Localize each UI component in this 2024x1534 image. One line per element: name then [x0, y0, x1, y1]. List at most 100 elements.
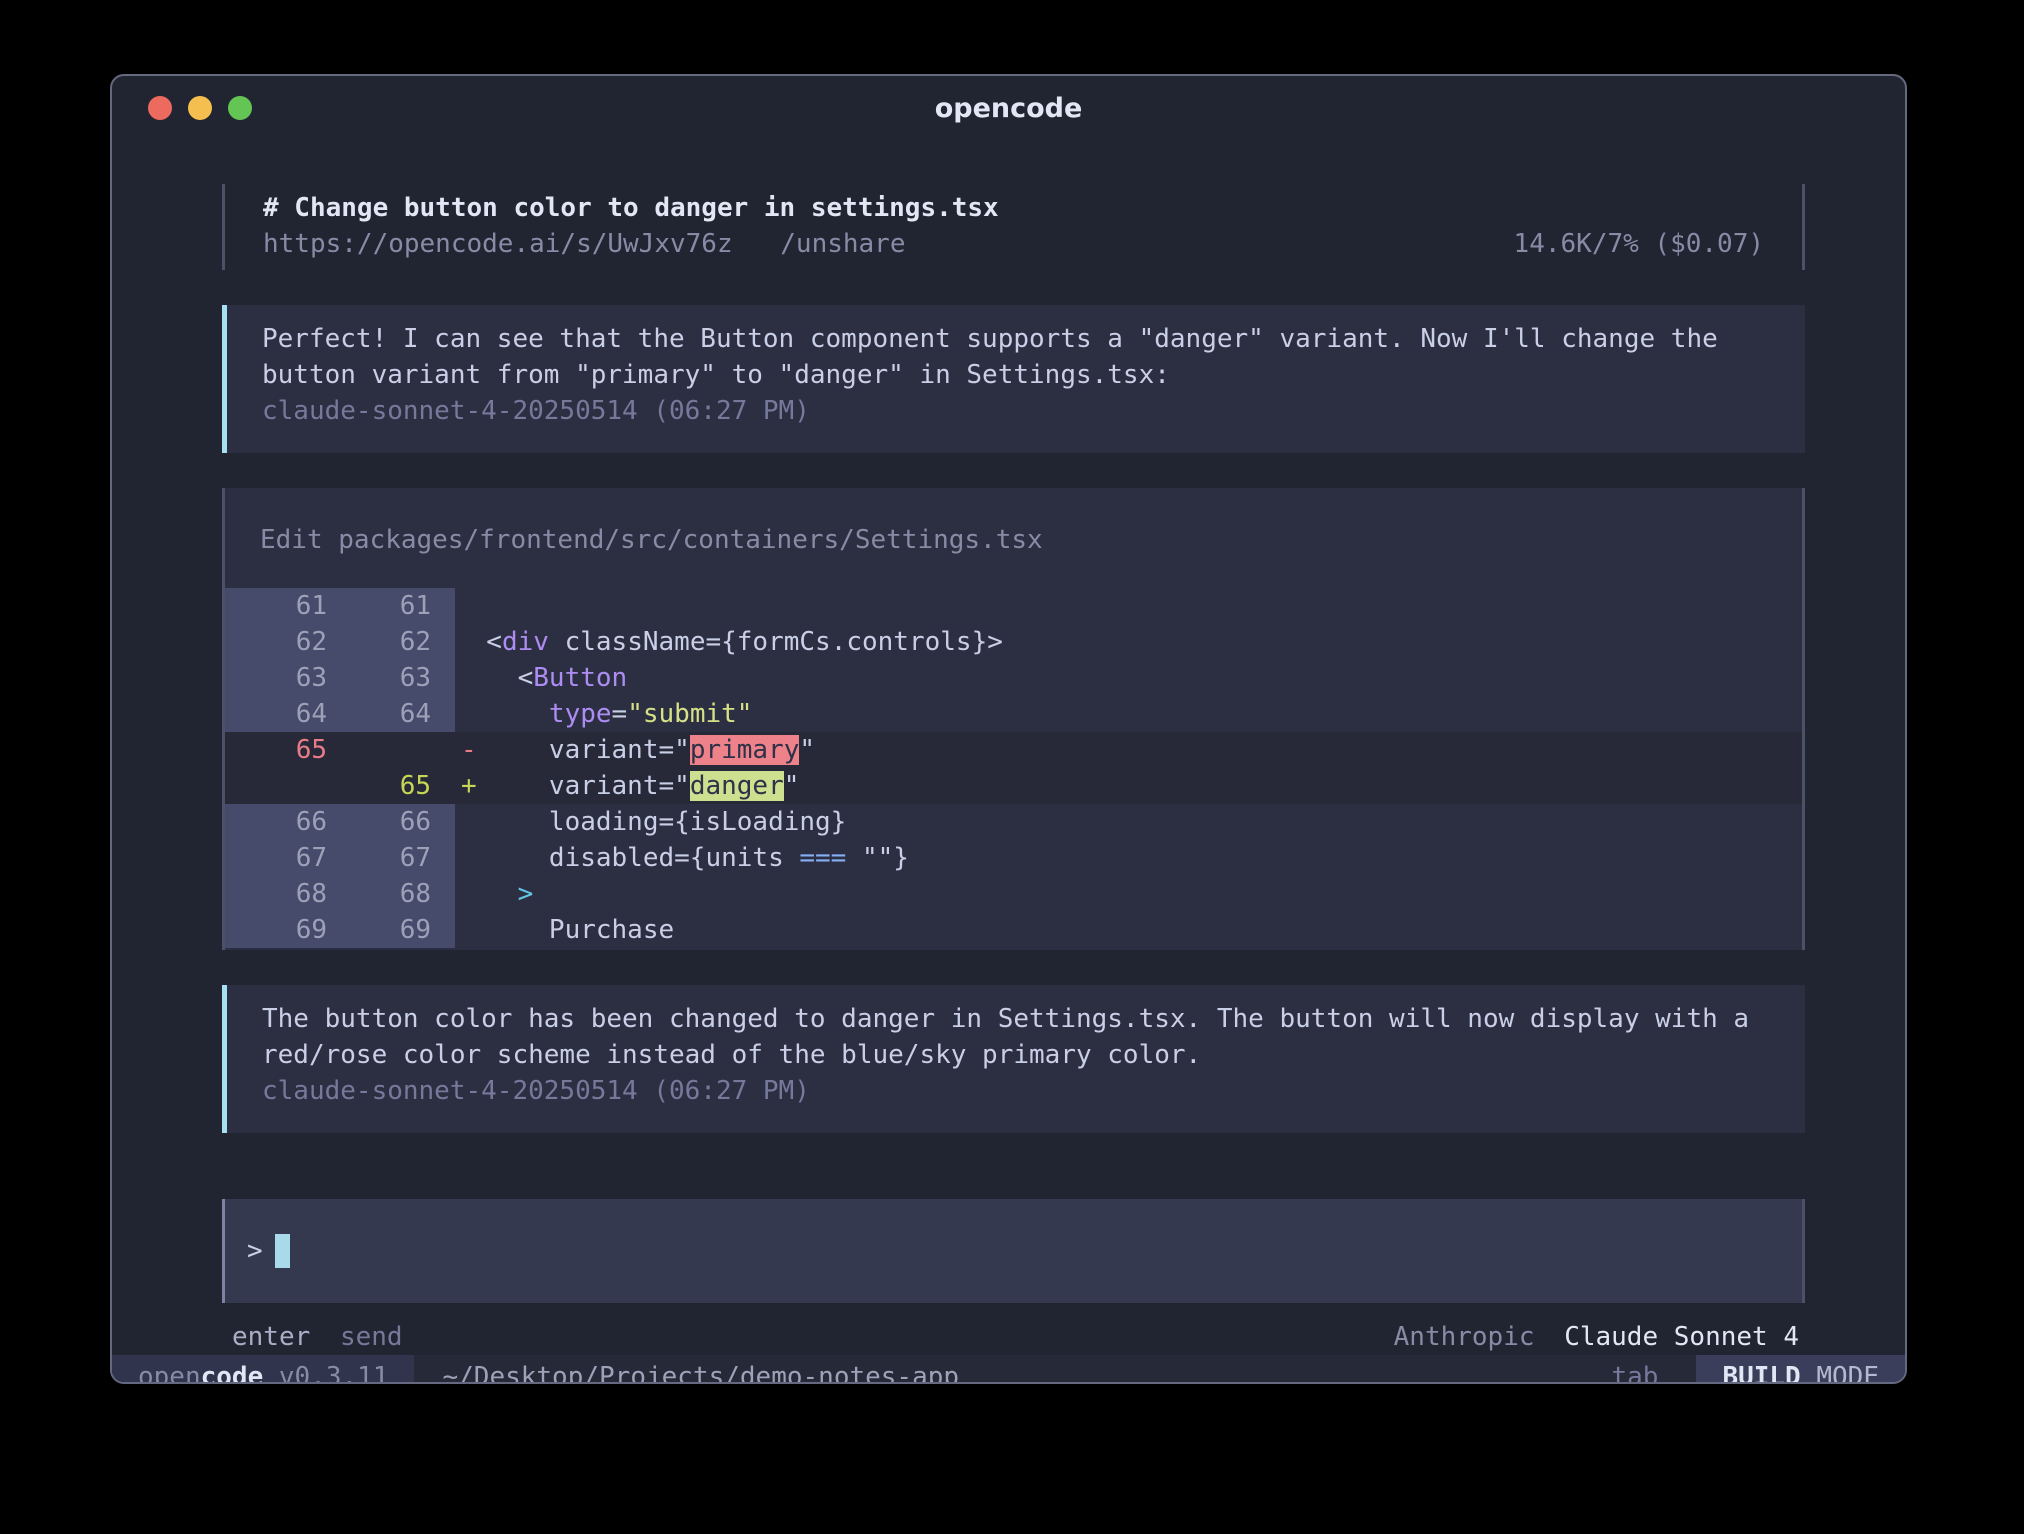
code-segment: Button [533, 663, 627, 693]
new-line-number [337, 732, 455, 768]
diff-view: 61616262 <div className={formCs.controls… [225, 588, 1802, 950]
traffic-lights [148, 76, 252, 140]
titlebar: opencode [112, 76, 1905, 140]
new-line-number: 64 [337, 696, 455, 732]
input-hint-bar: enter send Anthropic Claude Sonnet 4 [222, 1319, 1805, 1355]
edit-tool-card: Edit packages/frontend/src/containers/Se… [222, 488, 1805, 950]
new-line-number: 63 [337, 660, 455, 696]
assistant-message-meta: claude-sonnet-4-20250514 (06:27 PM) [262, 1073, 1767, 1109]
opencode-terminal-window: opencode # Change button color to danger… [110, 74, 1907, 1384]
new-line-number: 69 [337, 912, 455, 948]
code-segment: danger [690, 771, 784, 801]
terminal-content: # Change button color to danger in setti… [112, 140, 1905, 1355]
code-segment: Purchase [455, 915, 674, 945]
diff-code-line: + variant="danger" [455, 768, 1802, 804]
new-line-number: 67 [337, 840, 455, 876]
code-segment: loading={isLoading} [455, 807, 846, 837]
edit-tool-title: Edit packages/frontend/src/containers/Se… [225, 488, 1802, 588]
model-label: Claude Sonnet 4 [1564, 1322, 1799, 1352]
assistant-message-text: Perfect! I can see that the Button compo… [262, 321, 1767, 393]
diff-row: 6666 loading={isLoading} [225, 804, 1802, 840]
diff-row: 6262 <div className={formCs.controls}> [225, 624, 1802, 660]
prompt-input[interactable]: > [222, 1199, 1805, 1303]
diff-line-numbers: 6666 [225, 804, 455, 840]
status-bar-right: tab BUILD MODE [1611, 1355, 1905, 1384]
diff-code-line: <div className={formCs.controls}> [455, 624, 1802, 660]
send-label: send [340, 1322, 403, 1352]
session-header: # Change button color to danger in setti… [222, 184, 1805, 270]
tab-key-hint: tab [1611, 1355, 1658, 1384]
new-line-number: 65 [337, 768, 455, 804]
diff-row: 6363 <Button [225, 660, 1802, 696]
diff-line-numbers: 6161 [225, 588, 455, 624]
diff-code-line: <Button [455, 660, 1802, 696]
unshare-command[interactable]: /unshare [780, 229, 905, 259]
diff-row: 6464 type="submit" [225, 696, 1802, 732]
close-button[interactable] [148, 96, 172, 120]
provider-label: Anthropic [1394, 1322, 1535, 1352]
session-subheader: https://opencode.ai/s/UwJxv76z /unshare … [263, 226, 1764, 262]
send-hint: enter send [232, 1319, 403, 1355]
mode-name: BUILD [1722, 1362, 1800, 1384]
added-marker: + [461, 768, 477, 804]
code-segment: variant=" [455, 735, 690, 765]
diff-row: 6969 Purchase [225, 912, 1802, 948]
assistant-message-text: The button color has been changed to dan… [262, 1001, 1767, 1073]
diff-line-numbers: 6969 [225, 912, 455, 948]
app-version: v0.3.11 [263, 1362, 388, 1384]
removed-marker: - [461, 732, 477, 768]
status-bar-left: opencode v0.3.11 ~/Desktop/Projects/demo… [112, 1355, 1611, 1384]
old-line-number: 61 [225, 588, 337, 624]
new-line-number: 61 [337, 588, 455, 624]
mode-suffix: MODE [1801, 1362, 1879, 1384]
new-line-number: 62 [337, 624, 455, 660]
diff-code-line: loading={isLoading} [455, 804, 1802, 840]
diff-code-line: > [455, 876, 1802, 912]
session-title: # Change button color to danger in setti… [263, 190, 1764, 226]
working-directory: ~/Desktop/Projects/demo-notes-app [442, 1355, 959, 1384]
new-line-number: 66 [337, 804, 455, 840]
new-line-number: 68 [337, 876, 455, 912]
diff-code-line: - variant="primary" [455, 732, 1802, 768]
assistant-message-meta: claude-sonnet-4-20250514 (06:27 PM) [262, 393, 1767, 429]
code-segment: className={formCs.controls}> [549, 627, 1003, 657]
code-segment [455, 699, 549, 729]
code-segment: === [799, 843, 846, 873]
code-segment: type [549, 699, 612, 729]
zoom-button[interactable] [228, 96, 252, 120]
diff-code-line [455, 588, 1802, 624]
session-links: https://opencode.ai/s/UwJxv76z /unshare [263, 226, 906, 262]
model-indicator: Anthropic Claude Sonnet 4 [1394, 1319, 1799, 1355]
window-title: opencode [935, 93, 1083, 124]
code-segment: disabled={units [455, 843, 799, 873]
diff-line-numbers: 6868 [225, 876, 455, 912]
diff-row: 6868 > [225, 876, 1802, 912]
diff-line-numbers: 6767 [225, 840, 455, 876]
diff-row: 6767 disabled={units === ""} [225, 840, 1802, 876]
old-line-number: 65 [225, 732, 337, 768]
old-line-number: 67 [225, 840, 337, 876]
prompt-symbol: > [247, 1233, 263, 1269]
minimize-button[interactable] [188, 96, 212, 120]
code-segment: < [455, 663, 533, 693]
code-segment: ""} [846, 843, 909, 873]
status-bar: opencode v0.3.11 ~/Desktop/Projects/demo… [112, 1355, 1905, 1384]
code-segment: < [455, 627, 502, 657]
code-segment [455, 879, 518, 909]
share-url-link[interactable]: https://opencode.ai/s/UwJxv76z [263, 229, 733, 259]
code-segment: > [518, 879, 534, 909]
diff-line-numbers: 6363 [225, 660, 455, 696]
code-segment: variant=" [455, 771, 690, 801]
mode-toggle[interactable]: BUILD MODE [1696, 1355, 1905, 1384]
old-line-number: 62 [225, 624, 337, 660]
old-line-number: 63 [225, 660, 337, 696]
app-version-chip: opencode v0.3.11 [112, 1355, 414, 1384]
diff-row: 65 - variant="primary" [225, 732, 1802, 768]
old-line-number: 69 [225, 912, 337, 948]
code-segment: div [502, 627, 549, 657]
diff-line-numbers: 6464 [225, 696, 455, 732]
old-line-number: 66 [225, 804, 337, 840]
app-name-code: code [201, 1362, 264, 1384]
assistant-message: Perfect! I can see that the Button compo… [222, 305, 1805, 453]
code-segment: primary [690, 735, 800, 765]
